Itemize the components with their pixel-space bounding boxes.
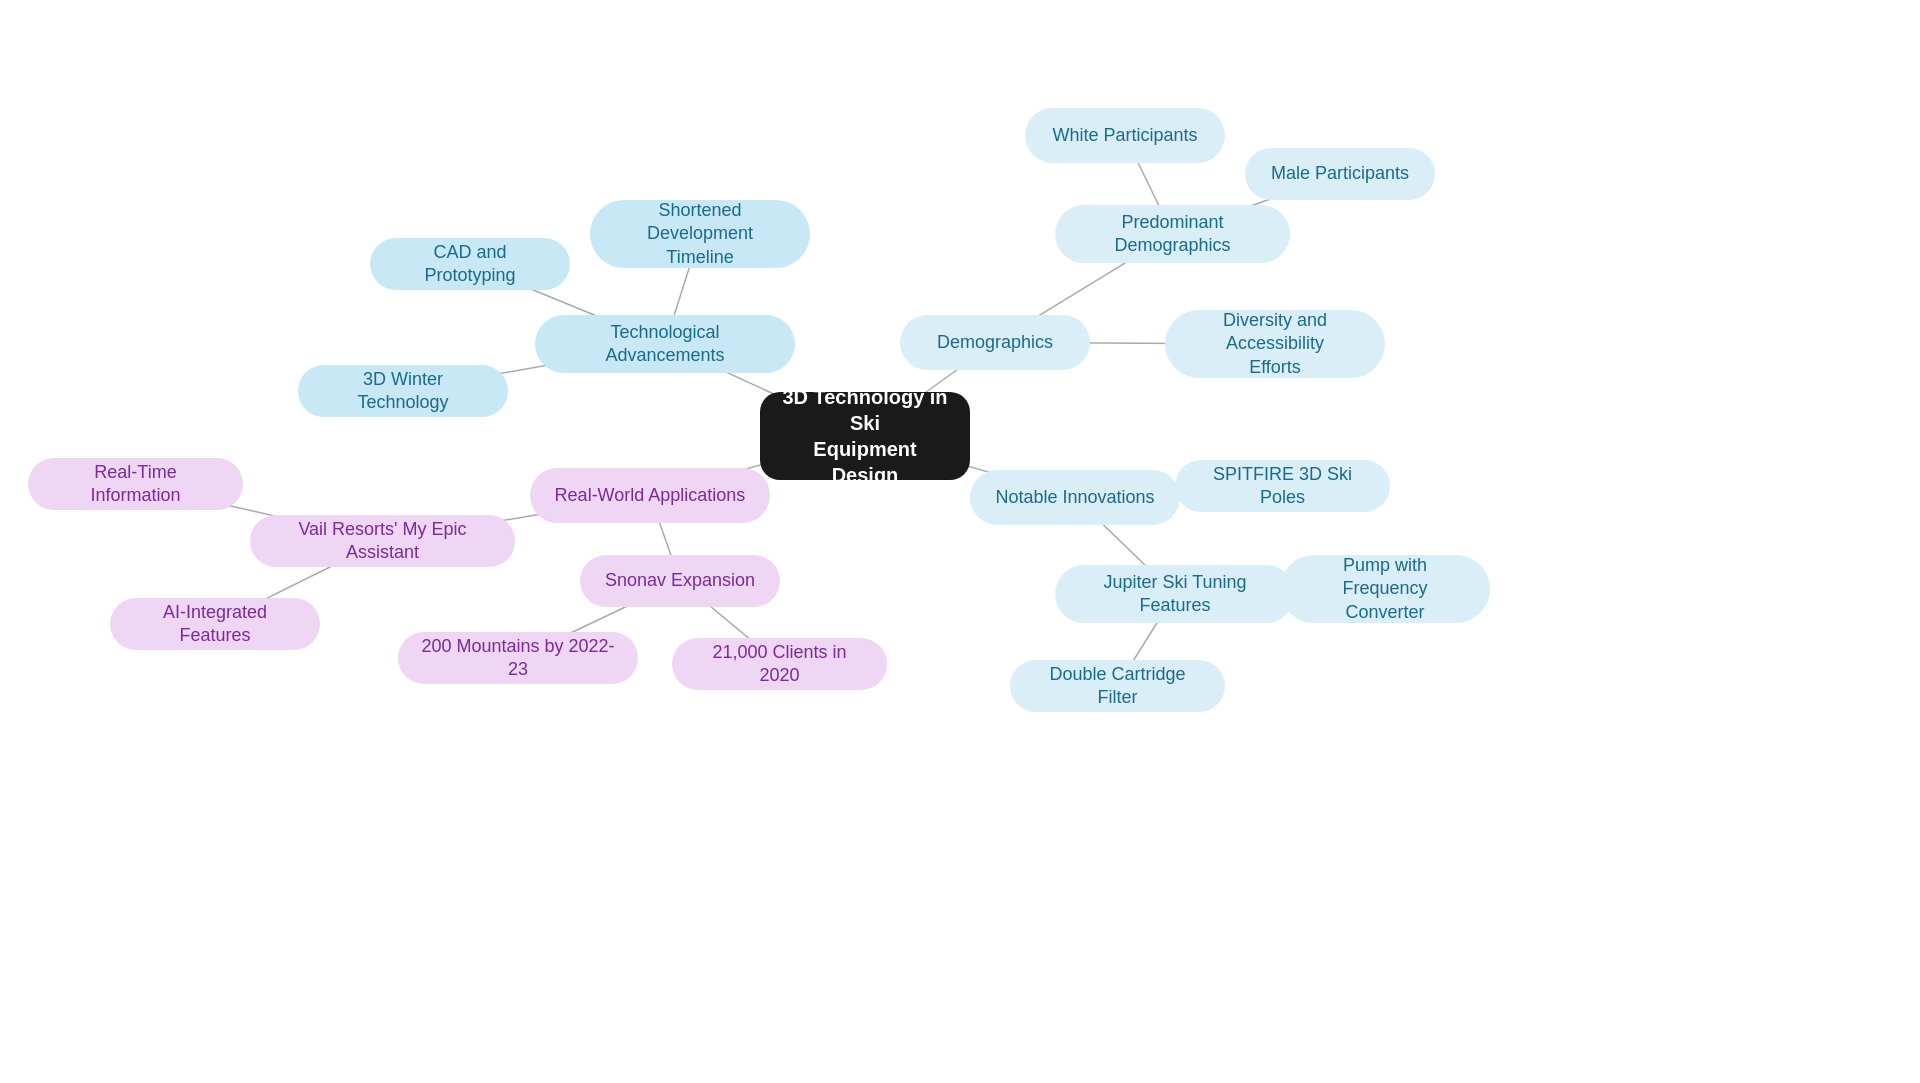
node-label-center: 3D Technology in SkiEquipment Design: [778, 384, 952, 488]
node-center: 3D Technology in SkiEquipment Design: [760, 392, 970, 480]
node-label-notable_innov: Notable Innovations: [995, 486, 1154, 509]
node-clients: 21,000 Clients in 2020: [672, 638, 887, 690]
node-label-tech_adv: Technological Advancements: [557, 321, 773, 368]
node-shortened: Shortened DevelopmentTimeline: [590, 200, 810, 268]
node-label-mountains: 200 Mountains by 2022-23: [420, 635, 616, 682]
node-label-white_part: White Participants: [1052, 124, 1197, 147]
node-label-spitfire: SPITFIRE 3D Ski Poles: [1197, 463, 1368, 510]
node-label-div_access: Diversity and AccessibilityEfforts: [1187, 309, 1363, 379]
node-label-winter3d: 3D Winter Technology: [320, 368, 486, 415]
node-double_cart: Double Cartridge Filter: [1010, 660, 1225, 712]
node-label-clients: 21,000 Clients in 2020: [694, 641, 865, 688]
node-jupiter: Jupiter Ski Tuning Features: [1055, 565, 1295, 623]
node-label-ai_features: AI-Integrated Features: [132, 601, 298, 648]
node-label-cad: CAD and Prototyping: [392, 241, 548, 288]
mind-map-container: 3D Technology in SkiEquipment DesignTech…: [0, 0, 1920, 1083]
node-real_world: Real-World Applications: [530, 468, 770, 523]
node-vail: Vail Resorts' My Epic Assistant: [250, 515, 515, 567]
node-snonav: Snonav Expansion: [580, 555, 780, 607]
node-pred_demo: Predominant Demographics: [1055, 205, 1290, 263]
node-label-male_part: Male Participants: [1271, 162, 1409, 185]
node-label-real_world: Real-World Applications: [555, 484, 746, 507]
node-label-shortened: Shortened DevelopmentTimeline: [612, 199, 788, 269]
node-male_part: Male Participants: [1245, 148, 1435, 200]
node-winter3d: 3D Winter Technology: [298, 365, 508, 417]
node-label-pred_demo: Predominant Demographics: [1077, 211, 1268, 258]
node-mountains: 200 Mountains by 2022-23: [398, 632, 638, 684]
node-label-demographics: Demographics: [937, 331, 1053, 354]
node-div_access: Diversity and AccessibilityEfforts: [1165, 310, 1385, 378]
node-ai_features: AI-Integrated Features: [110, 598, 320, 650]
node-label-snonav: Snonav Expansion: [605, 569, 755, 592]
node-label-double_cart: Double Cartridge Filter: [1032, 663, 1203, 710]
node-label-real_time: Real-Time Information: [50, 461, 221, 508]
node-label-jupiter: Jupiter Ski Tuning Features: [1077, 571, 1273, 618]
node-pump_freq: Pump with FrequencyConverter: [1280, 555, 1490, 623]
node-demographics: Demographics: [900, 315, 1090, 370]
node-spitfire: SPITFIRE 3D Ski Poles: [1175, 460, 1390, 512]
node-cad: CAD and Prototyping: [370, 238, 570, 290]
node-tech_adv: Technological Advancements: [535, 315, 795, 373]
node-real_time: Real-Time Information: [28, 458, 243, 510]
node-label-pump_freq: Pump with FrequencyConverter: [1302, 554, 1468, 624]
node-notable_innov: Notable Innovations: [970, 470, 1180, 525]
node-label-vail: Vail Resorts' My Epic Assistant: [272, 518, 493, 565]
node-white_part: White Participants: [1025, 108, 1225, 163]
